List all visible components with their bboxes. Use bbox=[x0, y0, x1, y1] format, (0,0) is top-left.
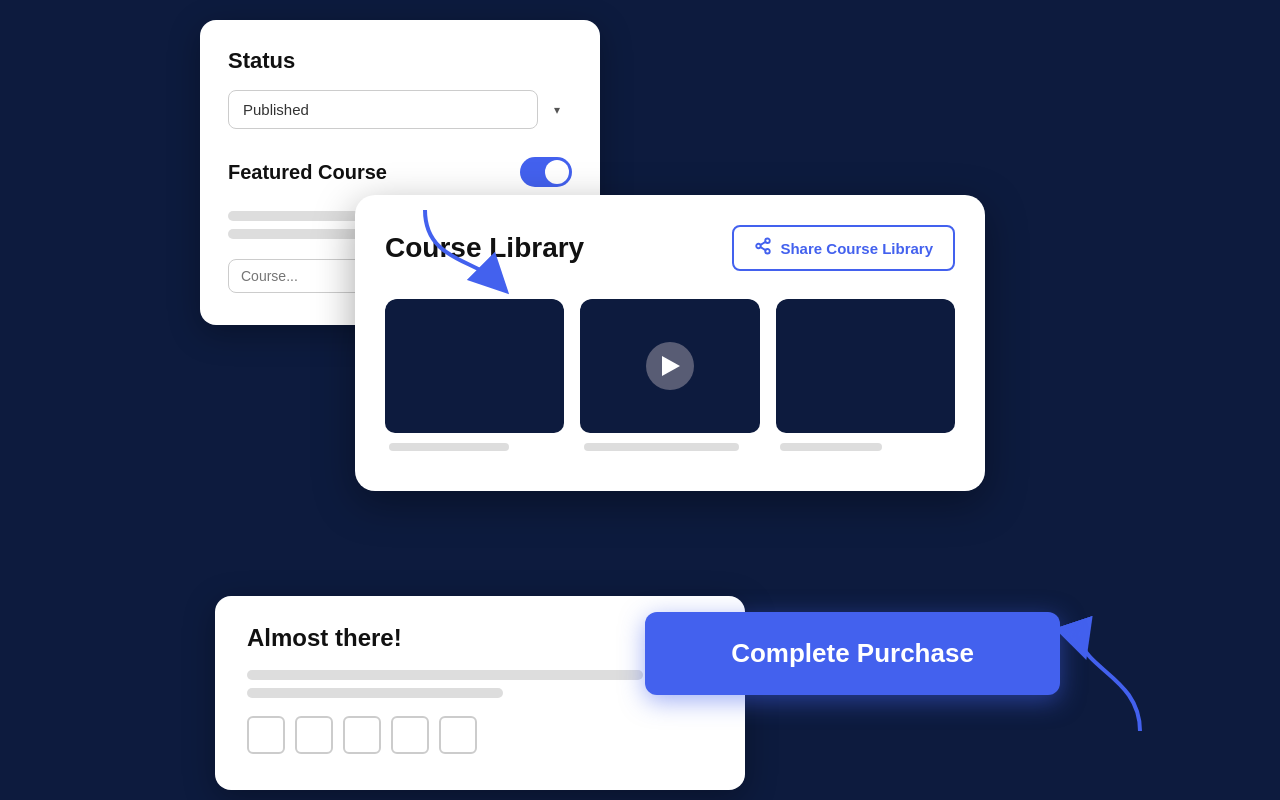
arrow-2 bbox=[1060, 621, 1160, 745]
share-button-label: Share Course Library bbox=[780, 240, 933, 257]
featured-row: Featured Course bbox=[228, 157, 572, 187]
chevron-down-icon: ▾ bbox=[554, 103, 560, 117]
featured-toggle[interactable] bbox=[520, 157, 572, 187]
arrow-1 bbox=[395, 200, 475, 280]
course-thumbnail bbox=[580, 299, 759, 433]
course-thumbnail bbox=[385, 299, 564, 433]
course-thumbnail bbox=[776, 299, 955, 433]
svg-line-3 bbox=[761, 247, 766, 250]
scene: Status Published Draft Archived ▾ Featur… bbox=[0, 0, 1280, 800]
status-card-title: Status bbox=[228, 48, 572, 74]
status-select[interactable]: Published Draft Archived bbox=[228, 90, 538, 129]
share-icon bbox=[754, 237, 772, 259]
course-cards-grid bbox=[385, 299, 955, 461]
svg-line-4 bbox=[761, 242, 766, 245]
share-course-library-button[interactable]: Share Course Library bbox=[732, 225, 955, 271]
play-icon bbox=[662, 356, 680, 376]
checkbox[interactable] bbox=[343, 716, 381, 754]
checkbox-row bbox=[247, 716, 713, 754]
checkbox[interactable] bbox=[439, 716, 477, 754]
status-select-wrapper[interactable]: Published Draft Archived ▾ bbox=[228, 90, 572, 129]
course-card-meta bbox=[385, 433, 564, 461]
checkout-line bbox=[247, 670, 643, 680]
checkout-line bbox=[247, 688, 503, 698]
meta-line bbox=[584, 443, 738, 451]
checkbox[interactable] bbox=[391, 716, 429, 754]
course-card[interactable] bbox=[385, 299, 564, 461]
course-card-meta bbox=[580, 433, 759, 461]
course-card-meta bbox=[776, 433, 955, 461]
toggle-knob bbox=[545, 160, 569, 184]
course-card[interactable] bbox=[776, 299, 955, 461]
meta-line bbox=[389, 443, 509, 451]
featured-label: Featured Course bbox=[228, 161, 387, 184]
checkout-lines bbox=[247, 670, 713, 698]
play-button[interactable] bbox=[646, 342, 694, 390]
complete-purchase-button[interactable]: Complete Purchase bbox=[645, 612, 1060, 695]
course-card[interactable] bbox=[580, 299, 759, 461]
checkout-title: Almost there! bbox=[247, 624, 713, 652]
meta-line bbox=[780, 443, 883, 451]
checkbox[interactable] bbox=[247, 716, 285, 754]
checkbox[interactable] bbox=[295, 716, 333, 754]
